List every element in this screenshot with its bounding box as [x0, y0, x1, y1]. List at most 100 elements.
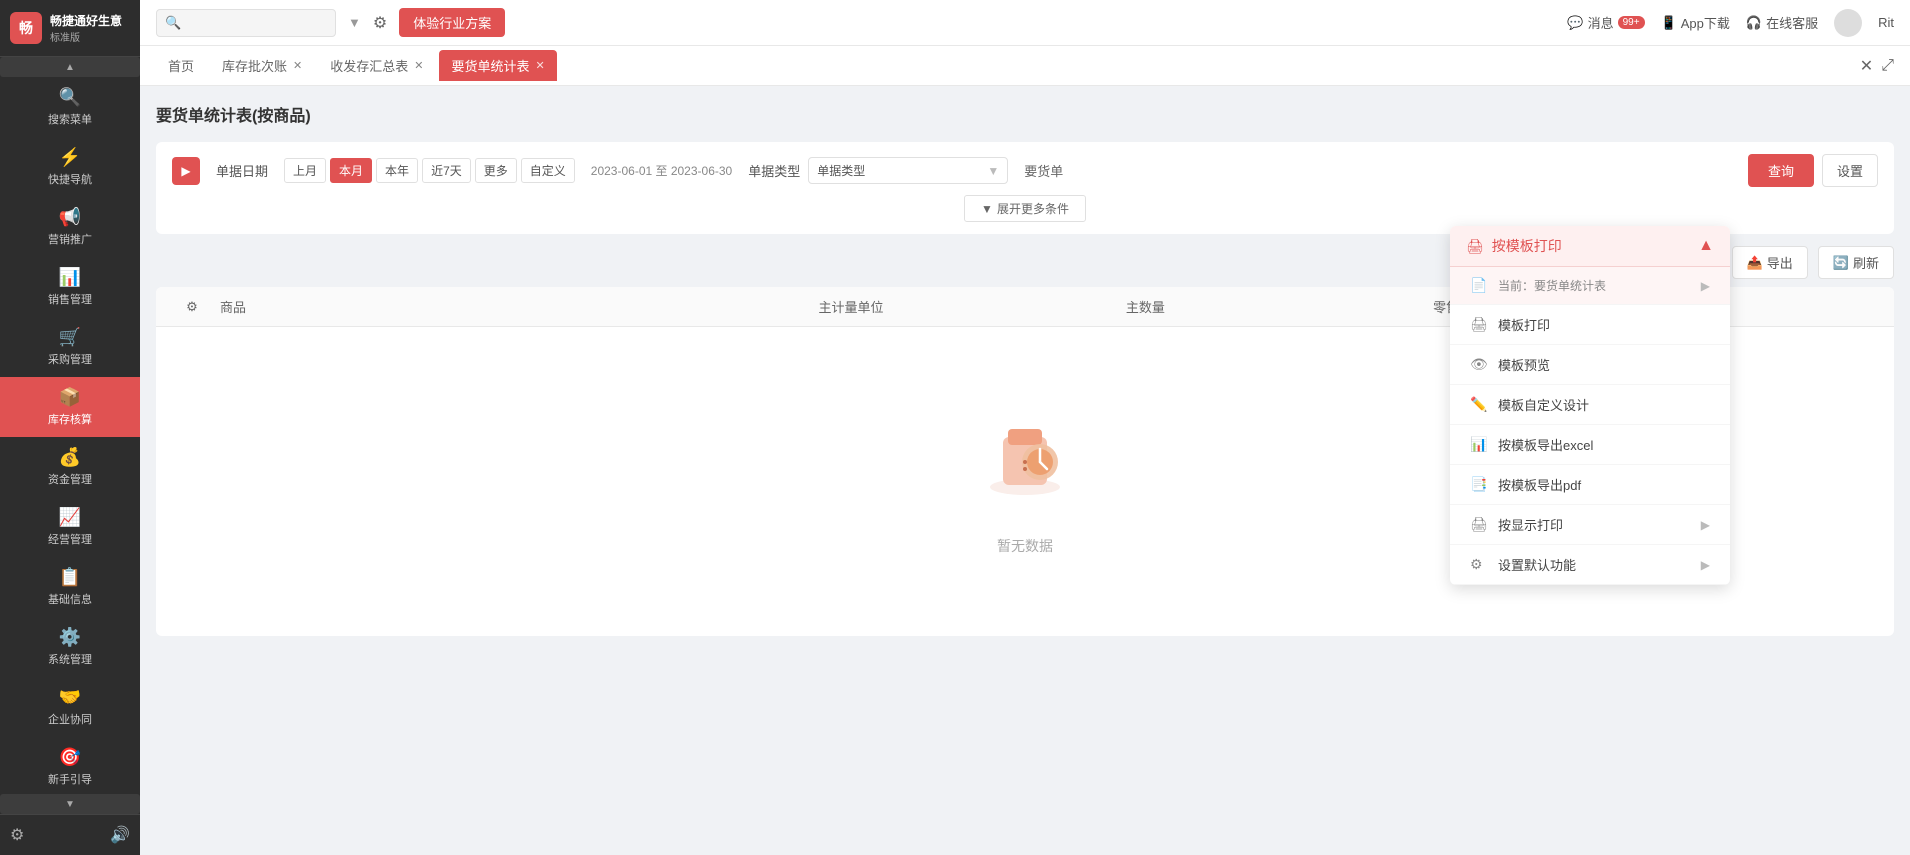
table-col-unit: 主计量单位	[811, 297, 1118, 316]
tab-close-receipt-summary[interactable]: ✕	[414, 59, 423, 72]
filter-type-select: 单据类型 单据类型 ▼	[748, 157, 1008, 184]
tabs-actions: ✕ ⤢	[1860, 56, 1894, 76]
column-settings-icon[interactable]: ⚙	[186, 299, 198, 315]
type-select-value: 单据类型	[817, 162, 865, 179]
online-service-button[interactable]: 🎧 在线客服	[1746, 13, 1818, 32]
sidebar-item-purchase[interactable]: 🛒 采购管理	[0, 317, 140, 377]
tab-order-stats[interactable]: 要货单统计表 ✕	[439, 50, 556, 81]
refresh-button[interactable]: 🔄 刷新	[1818, 246, 1894, 279]
sidebar-bottom: ⚙ 🔊	[0, 814, 140, 855]
logo-text: 畅捷通好生意 标准版	[50, 12, 122, 44]
dropdown-item-display-print[interactable]: 🖨 按显示打印 ▶	[1450, 505, 1730, 545]
date-btn-7days[interactable]: 近7天	[422, 158, 471, 183]
settings-filter-button[interactable]: 设置	[1822, 154, 1878, 187]
page-content: 要货单统计表(按商品) ▶ 单据日期 上月 本月 本年 近7天 更多 自定义 2…	[140, 86, 1910, 855]
date-btn-prev[interactable]: 上月	[284, 158, 326, 183]
tab-home[interactable]: 首页	[156, 50, 206, 81]
sidebar-item-guide[interactable]: 🎯 新手引导	[0, 737, 140, 794]
filter-expand-row: ▼ 展开更多条件	[172, 195, 1878, 222]
sidebar-scroll-down[interactable]: ▼	[0, 794, 140, 814]
excel-icon: 📊	[1470, 436, 1488, 453]
date-btn-custom[interactable]: 自定义	[521, 158, 575, 183]
query-button[interactable]: 查询	[1748, 154, 1814, 187]
expand-more-button[interactable]: ▼ 展开更多条件	[964, 195, 1086, 222]
current-template-label: 当前：要货单统计表	[1498, 277, 1691, 294]
table-col-qty: 主数量	[1118, 297, 1425, 316]
display-print-arrow: ▶	[1701, 518, 1710, 532]
tabs-bar: 首页 库存批次账 ✕ 收发存汇总表 ✕ 要货单统计表 ✕ ✕ ⤢	[140, 46, 1910, 86]
trial-industry-button[interactable]: 体验行业方案	[399, 8, 505, 37]
message-button[interactable]: 💬 消息 99+	[1567, 13, 1644, 32]
marketing-icon: 📢	[59, 207, 81, 228]
dropdown-item-export-pdf[interactable]: 📑 按模板导出pdf	[1450, 465, 1730, 505]
sidebar-item-sales[interactable]: 📊 销售管理	[0, 257, 140, 317]
sidebar-scroll-up[interactable]: ▲	[0, 57, 140, 77]
settings-bottom-icon[interactable]: ⚙	[10, 825, 24, 845]
message-icon: 💬	[1567, 15, 1583, 31]
filter-row: ▶ 单据日期 上月 本月 本年 近7天 更多 自定义 2023-06-01 至 …	[172, 154, 1878, 187]
type-label: 单据类型	[748, 161, 800, 180]
app-logo: 畅 畅捷通好生意 标准版	[0, 0, 140, 57]
dropdown-print-icon: 🖨	[1466, 238, 1484, 255]
username-label: Rit	[1878, 15, 1894, 30]
sidebar-item-finance[interactable]: 💰 资金管理	[0, 437, 140, 497]
date-btn-current[interactable]: 本月	[330, 158, 372, 183]
app-download-button[interactable]: 📱 App下载	[1661, 13, 1730, 32]
date-btn-more[interactable]: 更多	[475, 158, 517, 183]
system-icon: ⚙️	[59, 627, 81, 648]
table-col-product: 商品	[212, 297, 811, 316]
export-icon: 📤	[1747, 255, 1763, 271]
topbar-gear-icon[interactable]: ⚙	[373, 13, 387, 33]
topbar-search-box[interactable]: 🔍	[156, 9, 336, 37]
type-select-box[interactable]: 单据类型 ▼	[808, 157, 1008, 184]
finance-icon: 💰	[59, 447, 81, 468]
date-label: 单据日期	[216, 161, 268, 180]
pdf-icon: 📑	[1470, 476, 1488, 493]
expand-icon: ▼	[981, 202, 993, 216]
template-print-dropdown: 🖨 按模板打印 ▲ 📄 当前：要货单统计表 ▶ 🖨 模板打印 👁 模板预览	[1450, 226, 1730, 585]
preview-icon: 👁	[1470, 356, 1488, 373]
filter-card: ▶ 单据日期 上月 本月 本年 近7天 更多 自定义 2023-06-01 至 …	[156, 142, 1894, 234]
sidebar-item-system[interactable]: ⚙️ 系统管理	[0, 617, 140, 677]
tab-expand-button[interactable]: ⤢	[1881, 57, 1894, 75]
topbar-right: 💬 消息 99+ 📱 App下载 🎧 在线客服 Rit	[1567, 9, 1894, 37]
sidebar-nav: 🔍 搜索菜单 ⚡ 快捷导航 📢 营销推广 📊 销售管理 🛒 采购管理 📦 库存核…	[0, 77, 140, 794]
sidebar-item-marketing[interactable]: 📢 营销推广	[0, 197, 140, 257]
sidebar-item-inventory[interactable]: 📦 库存核算	[0, 377, 140, 437]
purchase-icon: 🛒	[59, 327, 81, 348]
topbar-dropdown-arrow[interactable]: ▼	[348, 15, 361, 30]
export-button[interactable]: 📤 导出	[1732, 246, 1808, 279]
user-avatar[interactable]	[1834, 9, 1862, 37]
tab-inventory-batch[interactable]: 库存批次账 ✕	[210, 50, 314, 81]
dropdown-item-export-excel[interactable]: 📊 按模板导出excel	[1450, 425, 1730, 465]
tab-close-all-button[interactable]: ✕	[1860, 56, 1873, 76]
dropdown-item-current-template[interactable]: 📄 当前：要货单统计表 ▶	[1450, 267, 1730, 305]
printer-icon: 🖨	[1470, 316, 1488, 333]
page-title: 要货单统计表(按商品)	[156, 102, 1894, 126]
dropdown-title: 🖨 按模板打印	[1466, 236, 1562, 256]
date-btn-year[interactable]: 本年	[376, 158, 418, 183]
tab-close-inventory-batch[interactable]: ✕	[293, 59, 302, 72]
tab-close-order-stats[interactable]: ✕	[536, 59, 545, 72]
dropdown-item-set-default[interactable]: ⚙ 设置默认功能 ▶	[1450, 545, 1730, 585]
tab-receipt-summary[interactable]: 收发存汇总表 ✕	[318, 50, 435, 81]
display-print-icon: 🖨	[1470, 516, 1488, 533]
sidebar-item-basic[interactable]: 📋 基础信息	[0, 557, 140, 617]
sidebar-item-shortcut[interactable]: ⚡ 快捷导航	[0, 137, 140, 197]
dropdown-item-template-preview[interactable]: 👁 模板预览	[1450, 345, 1730, 385]
speaker-icon[interactable]: 🔊	[110, 825, 130, 845]
set-default-arrow: ▶	[1701, 558, 1710, 572]
table-col-settings[interactable]: ⚙	[172, 299, 212, 315]
dropdown-close-button[interactable]: ▲	[1698, 237, 1714, 255]
sidebar-item-operations[interactable]: 📈 经营管理	[0, 497, 140, 557]
phone-icon: 📱	[1661, 15, 1677, 31]
sales-icon: 📊	[59, 267, 81, 288]
dropdown-item-template-design[interactable]: ✏️ 模板自定义设计	[1450, 385, 1730, 425]
doc-icon: 📄	[1470, 277, 1488, 294]
dropdown-item-template-print[interactable]: 🖨 模板打印	[1450, 305, 1730, 345]
sidebar-item-search[interactable]: 🔍 搜索菜单	[0, 77, 140, 137]
sidebar-item-collab[interactable]: 🤝 企业协同	[0, 677, 140, 737]
filter-toggle-button[interactable]: ▶	[172, 157, 200, 185]
topbar-search-input[interactable]	[187, 16, 307, 30]
date-buttons: 上月 本月 本年 近7天 更多 自定义	[284, 158, 575, 183]
